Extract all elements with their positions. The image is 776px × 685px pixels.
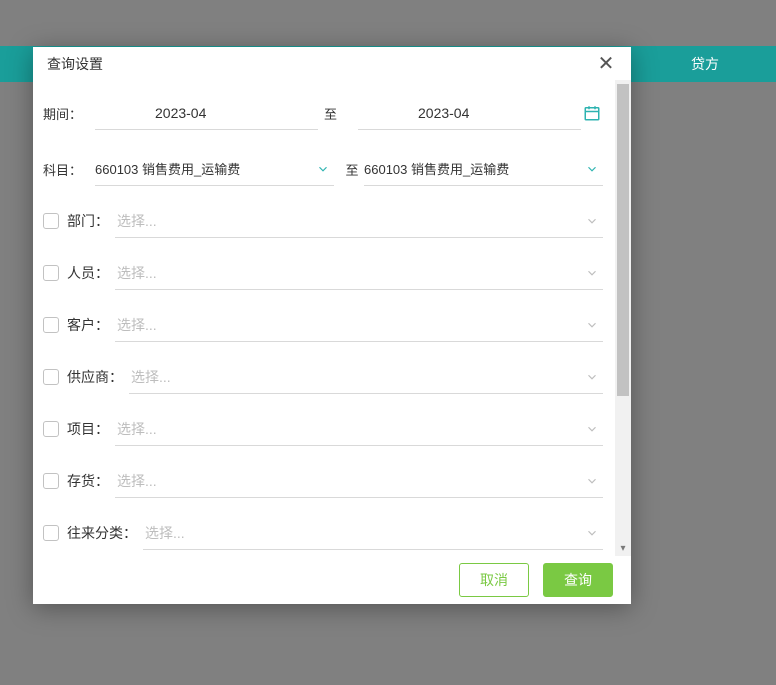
chevron-down-icon [585, 318, 599, 332]
chevron-down-icon [585, 422, 599, 436]
filter-select[interactable]: 选择... [143, 516, 603, 550]
subject-row: 科目： 660103 销售费用_运输费 至 660103 销售费用_运输费 [43, 146, 603, 192]
period-label: 期间： [43, 104, 95, 123]
filter-row: 客户： 选择... [43, 302, 603, 348]
filter-select[interactable]: 选择... [115, 412, 603, 446]
filter-label: 人员： [67, 263, 109, 283]
subject-label: 科目： [43, 160, 95, 179]
filter-select[interactable]: 选择... [115, 464, 603, 498]
filter-label: 客户： [67, 315, 109, 335]
filter-row: 往来分类： 选择... [43, 510, 603, 556]
modal-body: 期间： 2023-04 至 2023-04 科目： 660103 销售 [33, 80, 615, 556]
filter-checkbox[interactable] [43, 265, 59, 281]
chevron-down-icon [585, 526, 599, 540]
filter-label: 供应商： [67, 367, 123, 387]
filter-placeholder: 选择... [145, 523, 185, 543]
scrollbar-thumb[interactable] [617, 84, 629, 396]
filter-select[interactable]: 选择... [129, 360, 603, 394]
submit-button[interactable]: 查询 [543, 563, 613, 597]
filter-placeholder: 选择... [117, 419, 157, 439]
filter-select[interactable]: 选择... [115, 256, 603, 290]
calendar-icon[interactable] [581, 104, 603, 122]
modal-header: 查询设置 ✕ [33, 47, 631, 80]
filter-select[interactable]: 选择... [115, 308, 603, 342]
filter-placeholder: 选择... [117, 315, 157, 335]
chevron-down-icon [585, 266, 599, 280]
chevron-down-icon [585, 370, 599, 384]
close-icon: ✕ [598, 51, 615, 76]
subject-to-select[interactable]: 660103 销售费用_运输费 [364, 152, 603, 186]
filter-checkbox[interactable] [43, 213, 59, 229]
query-settings-modal: 查询设置 ✕ 期间： 2023-04 至 2023-04 [33, 47, 631, 604]
cancel-button[interactable]: 取消 [459, 563, 529, 597]
filter-checkbox[interactable] [43, 369, 59, 385]
period-to-text: 至 [318, 104, 358, 123]
filter-placeholder: 选择... [117, 471, 157, 491]
period-from-input[interactable]: 2023-04 [95, 96, 318, 130]
modal-footer: 取消 查询 [33, 556, 631, 604]
filter-label: 存货： [67, 471, 109, 491]
filter-row: 人员： 选择... [43, 250, 603, 296]
subject-to-value: 660103 销售费用_运输费 [364, 159, 509, 178]
filter-checkbox[interactable] [43, 473, 59, 489]
topbar-tab-credit[interactable]: 贷方 [650, 46, 760, 82]
chevron-down-icon [585, 162, 599, 176]
modal-title: 查询设置 [47, 54, 103, 74]
filter-label: 部门： [67, 211, 109, 231]
filter-row: 项目： 选择... [43, 406, 603, 452]
subject-from-select[interactable]: 660103 销售费用_运输费 [95, 152, 334, 186]
filter-row: 供应商： 选择... [43, 354, 603, 400]
filter-row: 部门： 选择... [43, 198, 603, 244]
chevron-down-icon [316, 162, 330, 176]
filter-placeholder: 选择... [131, 367, 171, 387]
subject-from-value: 660103 销售费用_运输费 [95, 159, 240, 178]
filter-placeholder: 选择... [117, 263, 157, 283]
chevron-down-icon [585, 474, 599, 488]
filter-placeholder: 选择... [117, 211, 157, 231]
period-row: 期间： 2023-04 至 2023-04 [43, 90, 603, 136]
filter-label: 往来分类： [67, 523, 137, 543]
filter-checkbox[interactable] [43, 317, 59, 333]
period-to-input[interactable]: 2023-04 [358, 96, 581, 130]
chevron-down-icon [585, 214, 599, 228]
close-button[interactable]: ✕ [595, 53, 617, 75]
filter-checkbox[interactable] [43, 525, 59, 541]
filter-label: 项目： [67, 419, 109, 439]
filter-checkbox[interactable] [43, 421, 59, 437]
filter-select[interactable]: 选择... [115, 204, 603, 238]
filter-row: 存货： 选择... [43, 458, 603, 504]
scrollbar[interactable]: ▾ [615, 80, 631, 556]
scroll-down-icon[interactable]: ▾ [615, 540, 631, 556]
subject-to-text: 至 [334, 160, 364, 179]
